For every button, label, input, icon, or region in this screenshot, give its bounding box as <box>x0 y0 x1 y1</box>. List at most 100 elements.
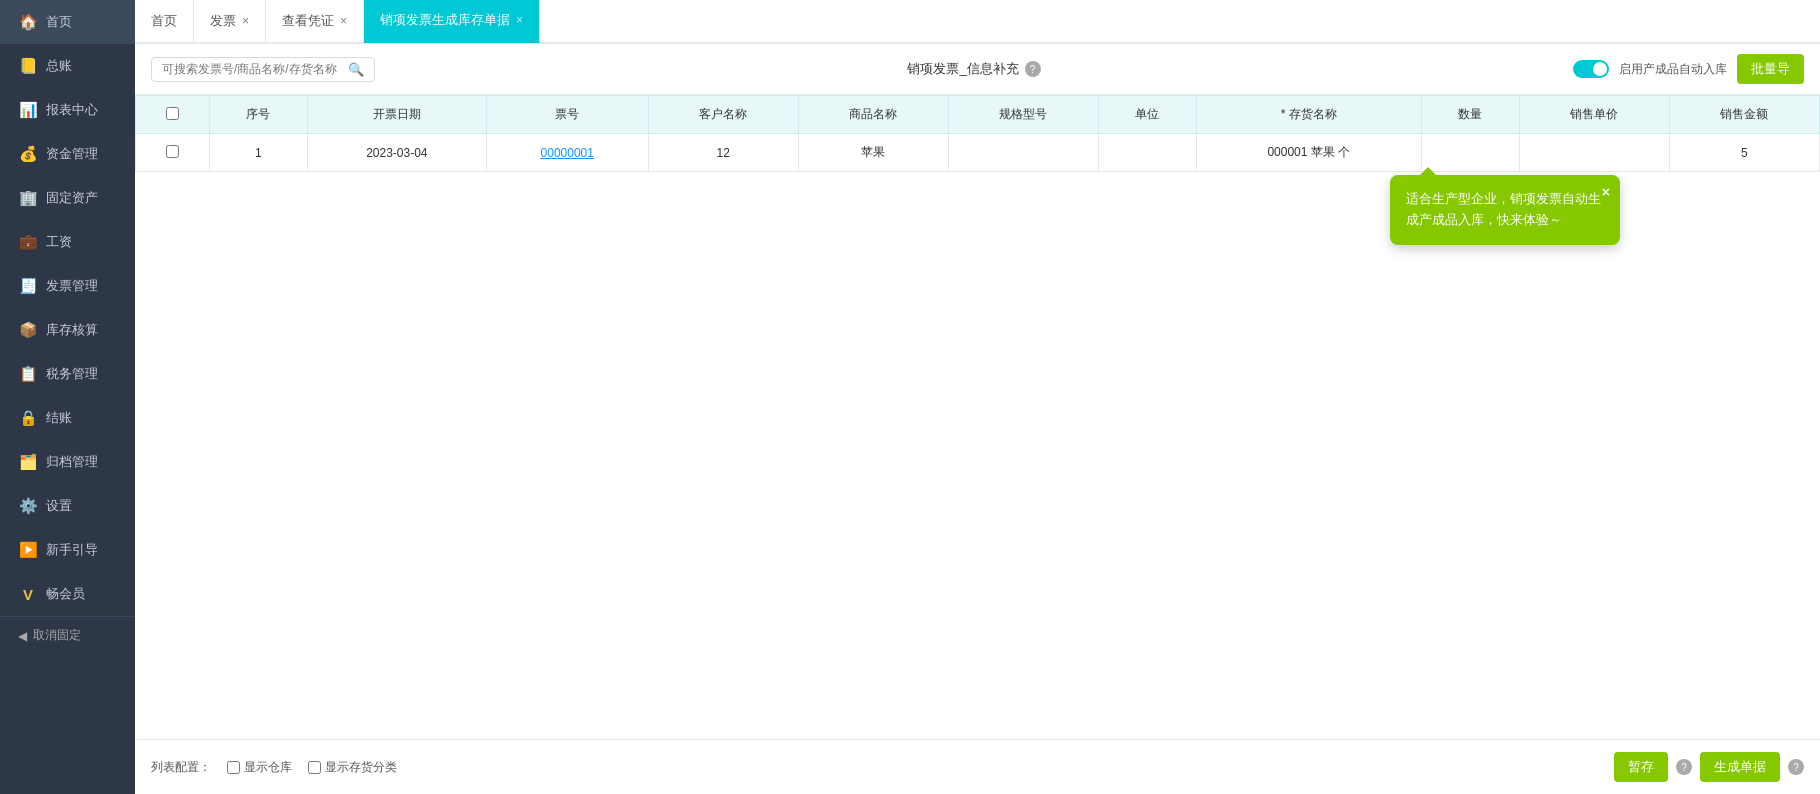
tab-cancel-invoice-close[interactable]: × <box>516 13 523 27</box>
sidebar-item-guide[interactable]: ▶️ 新手引导 <box>0 528 135 572</box>
row-quantity <box>1422 134 1520 172</box>
save-help-icon[interactable]: ? <box>1676 759 1692 775</box>
help-icon[interactable]: ? <box>1025 61 1041 77</box>
sidebar-item-label: 设置 <box>46 497 72 515</box>
payroll-icon: 💼 <box>18 233 38 251</box>
fund-icon: 💰 <box>18 145 38 163</box>
sidebar-item-label: 归档管理 <box>46 453 98 471</box>
col-product: 商品名称 <box>798 96 948 134</box>
search-box[interactable]: 🔍 <box>151 57 375 82</box>
invoice-number-link[interactable]: 00000001 <box>541 146 594 160</box>
report-icon: 📊 <box>18 101 38 119</box>
sidebar-item-close[interactable]: 🔒 结账 <box>0 396 135 440</box>
search-input[interactable] <box>162 62 342 76</box>
row-date: 2023-03-04 <box>307 134 486 172</box>
generate-button[interactable]: 生成单据 <box>1700 752 1780 782</box>
guide-icon: ▶️ <box>18 541 38 559</box>
tab-cancel-invoice-label: 销项发票生成库存单据 <box>380 11 510 29</box>
col-amount: 销售金额 <box>1669 96 1819 134</box>
sidebar-item-settings[interactable]: ⚙️ 设置 <box>0 484 135 528</box>
tab-home[interactable]: 首页 <box>135 0 194 43</box>
sidebar-item-payroll[interactable]: 💼 工资 <box>0 220 135 264</box>
col-date: 开票日期 <box>307 96 486 134</box>
list-config-label: 列表配置： <box>151 759 211 776</box>
row-inventory: 000001 苹果 个 <box>1196 134 1422 172</box>
batch-button[interactable]: 批量导 <box>1737 54 1804 84</box>
toolbar-center: 销项发票_信息补充 ? <box>907 60 1040 78</box>
sidebar-item-fund[interactable]: 💰 资金管理 <box>0 132 135 176</box>
show-warehouse-label[interactable]: 显示仓库 <box>227 759 292 776</box>
auto-warehouse-toggle[interactable] <box>1573 60 1609 78</box>
sidebar-item-archive[interactable]: 🗂️ 归档管理 <box>0 440 135 484</box>
sidebar-item-inventory[interactable]: 📦 库存核算 <box>0 308 135 352</box>
pin-button[interactable]: ◀ 取消固定 <box>0 616 135 654</box>
row-seq: 1 <box>209 134 307 172</box>
row-checkbox[interactable] <box>166 145 179 158</box>
table-header-row: 序号 开票日期 票号 客户名称 商品名称 规格型号 单位 * 存货名称 数量 销… <box>136 96 1820 134</box>
col-unit-price: 销售单价 <box>1519 96 1669 134</box>
table-body: 1 2023-03-04 00000001 12 苹果 000001 苹果 个 … <box>136 134 1820 172</box>
sidebar-item-ledger[interactable]: 📒 总账 <box>0 44 135 88</box>
toggle-label: 启用产成品自动入库 <box>1619 61 1727 78</box>
sidebar-item-label: 总账 <box>46 57 72 75</box>
sidebar-item-label: 新手引导 <box>46 541 98 559</box>
table-container: 序号 开票日期 票号 客户名称 商品名称 规格型号 单位 * 存货名称 数量 销… <box>135 95 1820 739</box>
sidebar-item-vip[interactable]: V 畅会员 <box>0 572 135 616</box>
tab-voucher-close[interactable]: × <box>340 14 347 28</box>
sidebar: 🏠 首页 📒 总账 📊 报表中心 💰 资金管理 🏢 固定资产 💼 工资 🧾 发票… <box>0 0 135 794</box>
show-warehouse-checkbox[interactable] <box>227 761 240 774</box>
col-quantity: 数量 <box>1422 96 1520 134</box>
tooltip-close-button[interactable]: × <box>1602 181 1610 203</box>
sidebar-item-label: 报表中心 <box>46 101 98 119</box>
col-unit: 单位 <box>1098 96 1196 134</box>
show-category-checkbox[interactable] <box>308 761 321 774</box>
tab-home-label: 首页 <box>151 12 177 30</box>
bottom-bar: 列表配置： 显示仓库 显示存货分类 暂存 ? 生成单据 ? <box>135 739 1820 794</box>
show-category-label[interactable]: 显示存货分类 <box>308 759 397 776</box>
sidebar-item-report[interactable]: 📊 报表中心 <box>0 88 135 132</box>
col-seq: 序号 <box>209 96 307 134</box>
sidebar-item-label: 工资 <box>46 233 72 251</box>
sidebar-item-asset[interactable]: 🏢 固定资产 <box>0 176 135 220</box>
sidebar-item-invoice[interactable]: 🧾 发票管理 <box>0 264 135 308</box>
settings-icon: ⚙️ <box>18 497 38 515</box>
sidebar-item-home[interactable]: 🏠 首页 <box>0 0 135 44</box>
sidebar-item-label: 发票管理 <box>46 277 98 295</box>
ledger-icon: 📒 <box>18 57 38 75</box>
tab-voucher[interactable]: 查看凭证 × <box>266 0 364 43</box>
table-row: 1 2023-03-04 00000001 12 苹果 000001 苹果 个 … <box>136 134 1820 172</box>
sidebar-item-label: 首页 <box>46 13 72 31</box>
tab-invoice-close[interactable]: × <box>242 14 249 28</box>
pin-label: 取消固定 <box>33 627 81 644</box>
row-unit-price <box>1519 134 1669 172</box>
list-config: 列表配置： 显示仓库 显示存货分类 <box>151 759 397 776</box>
asset-icon: 🏢 <box>18 189 38 207</box>
tab-invoice-label: 发票 <box>210 12 236 30</box>
toolbar-title: 销项发票_信息补充 <box>907 60 1018 78</box>
main-area: 首页 发票 × 查看凭证 × 销项发票生成库存单据 × 🔍 销项发票_信息补充 <box>135 0 1820 794</box>
bottom-actions: 暂存 ? 生成单据 ? <box>1614 752 1804 782</box>
tax-icon: 📋 <box>18 365 38 383</box>
tab-voucher-label: 查看凭证 <box>282 12 334 30</box>
row-checkbox-cell <box>136 134 210 172</box>
col-customer: 客户名称 <box>648 96 798 134</box>
sidebar-item-label: 畅会员 <box>46 585 85 603</box>
sidebar-item-label: 税务管理 <box>46 365 98 383</box>
row-number: 00000001 <box>486 134 648 172</box>
select-all-checkbox[interactable] <box>166 107 179 120</box>
archive-icon: 🗂️ <box>18 453 38 471</box>
generate-help-icon[interactable]: ? <box>1788 759 1804 775</box>
row-amount: 5 <box>1669 134 1819 172</box>
col-checkbox <box>136 96 210 134</box>
row-product: 苹果 <box>798 134 948 172</box>
tab-invoice[interactable]: 发票 × <box>194 0 266 43</box>
sidebar-item-tax[interactable]: 📋 税务管理 <box>0 352 135 396</box>
tab-cancel-invoice[interactable]: 销项发票生成库存单据 × <box>364 0 540 43</box>
sidebar-item-label: 结账 <box>46 409 72 427</box>
save-button[interactable]: 暂存 <box>1614 752 1668 782</box>
close-account-icon: 🔒 <box>18 409 38 427</box>
tab-bar: 首页 发票 × 查看凭证 × 销项发票生成库存单据 × <box>135 0 1820 44</box>
toolbar-right: 启用产成品自动入库 批量导 <box>1573 54 1804 84</box>
tooltip-popup: × 适合生产型企业，销项发票自动生成产成品入库，快来体验～ <box>1390 175 1620 245</box>
content-area: 🔍 销项发票_信息补充 ? 启用产成品自动入库 批量导 <box>135 44 1820 794</box>
